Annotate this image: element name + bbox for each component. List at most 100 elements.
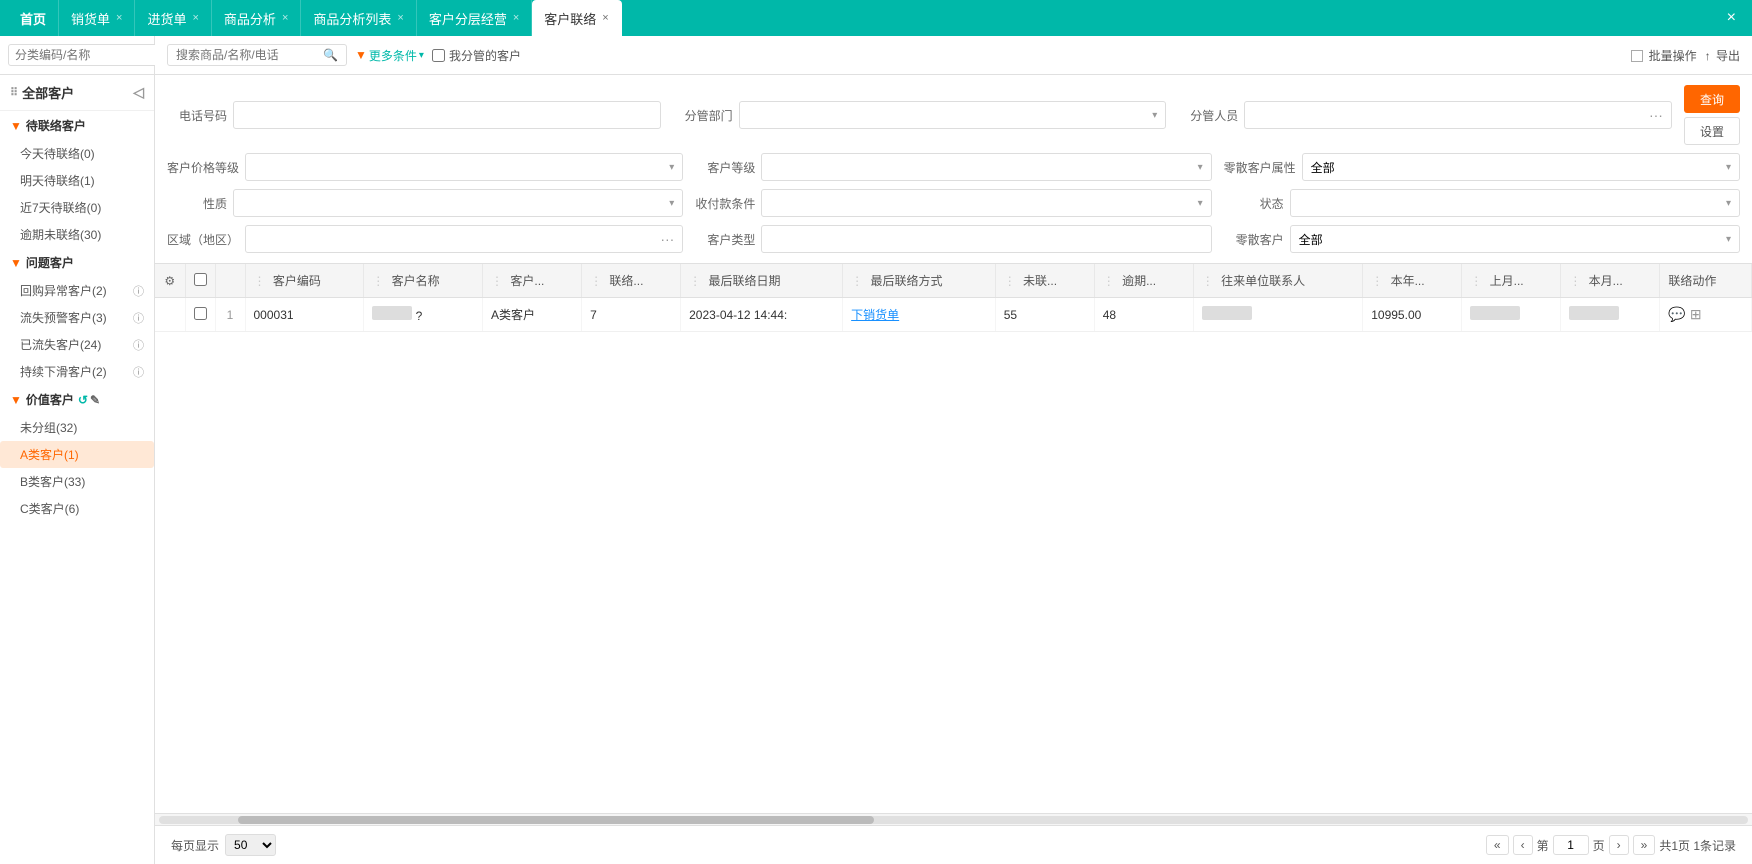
horizontal-scrollbar[interactable] bbox=[155, 813, 1752, 825]
page-number-input[interactable] bbox=[1553, 835, 1589, 855]
row-checkbox[interactable] bbox=[194, 307, 207, 320]
retail-customer-select[interactable]: 全部 ▾ bbox=[1290, 225, 1740, 253]
settings-gear-icon[interactable]: ⚙ bbox=[164, 274, 175, 288]
content-area: 🔍 ▼ 更多条件 ▾ 我分管的客户 批量操作 ↑ 导出 bbox=[155, 36, 1752, 864]
th-last-date[interactable]: ⋮ 最后联络日期 bbox=[681, 264, 843, 298]
th-this-month[interactable]: ⋮ 本月... bbox=[1561, 264, 1660, 298]
nav-home[interactable]: 首页 bbox=[8, 0, 59, 36]
td-last-month bbox=[1462, 298, 1561, 332]
last-method-link[interactable]: 下销货单 bbox=[851, 308, 899, 322]
query-button[interactable]: 查询 bbox=[1684, 85, 1740, 113]
customer-type-select[interactable] bbox=[761, 225, 1211, 253]
scrollbar-track bbox=[159, 816, 1748, 824]
group-pending-label: 待联络客户 bbox=[26, 117, 86, 134]
sidebar-7days-pending[interactable]: 近7天待联络(0) bbox=[0, 194, 154, 221]
nav-sales[interactable]: 销货单 × bbox=[59, 0, 135, 36]
more-filters-btn[interactable]: ▼ 更多条件 ▾ bbox=[355, 47, 424, 64]
payment-select[interactable]: ▾ bbox=[761, 189, 1211, 217]
sidebar-search-input[interactable] bbox=[8, 44, 177, 66]
sidebar-tomorrow-pending[interactable]: 明天待联络(1) bbox=[0, 167, 154, 194]
nav-customer-contact[interactable]: 客户联络 × bbox=[532, 0, 621, 36]
prev-page-btn[interactable]: ‹ bbox=[1513, 835, 1533, 855]
th-last-method[interactable]: ⋮ 最后联络方式 bbox=[843, 264, 996, 298]
scrollbar-thumb[interactable] bbox=[238, 816, 874, 824]
close-customer-contact[interactable]: × bbox=[602, 12, 608, 24]
th-code[interactable]: ⋮ 客户编码 bbox=[245, 264, 364, 298]
phone-label: 电话号码 bbox=[167, 107, 227, 124]
col-sep-icon-2: ⋮ bbox=[372, 274, 384, 288]
retail-attr-select[interactable]: 全部 ▾ bbox=[1302, 153, 1740, 181]
nav-purchase[interactable]: 进货单 × bbox=[135, 0, 211, 36]
nav-goods-analysis[interactable]: 商品分析 × bbox=[212, 0, 301, 36]
close-all-tabs[interactable]: × bbox=[1719, 9, 1744, 27]
edit-group-icon[interactable]: ✎ bbox=[90, 393, 100, 407]
phone-input[interactable] bbox=[233, 101, 661, 129]
nav-goods-list[interactable]: 商品分析列表 × bbox=[301, 0, 416, 36]
th-name[interactable]: ⋮ 客户名称 bbox=[364, 264, 483, 298]
first-page-btn[interactable]: « bbox=[1486, 835, 1509, 855]
sidebar-overdue-contact[interactable]: 逾期未联络(30) bbox=[0, 221, 154, 248]
th-no-contact[interactable]: ⋮ 未联... bbox=[995, 264, 1094, 298]
td-index: 1 bbox=[215, 298, 245, 332]
price-level-select[interactable]: ▾ bbox=[245, 153, 683, 181]
th-contact[interactable]: ⋮ 联络... bbox=[582, 264, 681, 298]
price-level-label: 客户价格等级 bbox=[167, 159, 239, 176]
filter-icon: ▼ bbox=[355, 48, 367, 62]
group-value-customers[interactable]: ▼ 价值客户 ↺ ✎ bbox=[0, 385, 154, 414]
nature-select[interactable]: ▾ bbox=[233, 189, 683, 217]
sidebar-churned[interactable]: 已流失客户(24) ⓘ bbox=[0, 331, 154, 358]
select-all-checkbox[interactable] bbox=[194, 273, 207, 286]
close-purchase[interactable]: × bbox=[192, 12, 198, 24]
filter-row-1: 电话号码 分管部门 ▾ 分管人员 ··· bbox=[167, 85, 1740, 145]
next-page-btn[interactable]: › bbox=[1609, 835, 1629, 855]
th-last-month[interactable]: ⋮ 上月... bbox=[1462, 264, 1561, 298]
sidebar-declining[interactable]: 持续下滑客户(2) ⓘ bbox=[0, 358, 154, 385]
region-select[interactable]: ··· bbox=[245, 225, 683, 253]
status-arrow: ▾ bbox=[1726, 198, 1731, 209]
th-type[interactable]: ⋮ 客户... bbox=[483, 264, 582, 298]
unit-contacts-blurred bbox=[1202, 306, 1252, 320]
group-problem-customers[interactable]: ▼ 问题客户 bbox=[0, 248, 154, 277]
export-btn[interactable]: ↑ 导出 bbox=[1705, 47, 1740, 64]
sidebar-today-pending[interactable]: 今天待联络(0) bbox=[0, 140, 154, 167]
chat-icon[interactable]: 💬 bbox=[1668, 306, 1685, 323]
sidebar-class-b[interactable]: B类客户(33) bbox=[0, 468, 154, 495]
sidebar-class-c[interactable]: C类客户(6) bbox=[0, 495, 154, 522]
retail-customer-label: 零散客户 bbox=[1224, 231, 1284, 248]
td-overdue: 48 bbox=[1094, 298, 1193, 332]
per-page-select[interactable]: 50 100 200 bbox=[225, 834, 276, 856]
person-label: 分管人员 bbox=[1178, 107, 1238, 124]
th-this-year[interactable]: ⋮ 本年... bbox=[1363, 264, 1462, 298]
price-level-arrow: ▾ bbox=[669, 162, 674, 173]
sidebar-repurchase-abnormal[interactable]: 回购异常客户(2) ⓘ bbox=[0, 277, 154, 304]
person-dots-icon[interactable]: ··· bbox=[1649, 107, 1663, 123]
dept-label: 分管部门 bbox=[673, 107, 733, 124]
region-dots-icon[interactable]: ··· bbox=[660, 231, 674, 247]
close-customer-layer[interactable]: × bbox=[513, 12, 519, 24]
filter-search-input[interactable] bbox=[176, 48, 319, 62]
sidebar-class-a[interactable]: A类客户(1) bbox=[0, 441, 154, 468]
close-goods-list[interactable]: × bbox=[397, 12, 403, 24]
dept-select[interactable]: ▾ bbox=[739, 101, 1167, 129]
filter-search-icon[interactable]: 🔍 bbox=[323, 48, 338, 62]
last-page-btn[interactable]: » bbox=[1633, 835, 1656, 855]
nav-customer-layer[interactable]: 客户分层经营 × bbox=[417, 0, 532, 36]
settings-button[interactable]: 设置 bbox=[1684, 117, 1740, 145]
filter-row-2: 客户价格等级 ▾ 客户等级 ▾ 零散客户属性 全部 bbox=[167, 153, 1740, 181]
person-select[interactable]: ··· bbox=[1244, 101, 1672, 129]
info-icon-1: ⓘ bbox=[133, 283, 144, 299]
sidebar-ungrouped[interactable]: 未分组(32) bbox=[0, 414, 154, 441]
close-sales[interactable]: × bbox=[116, 12, 122, 24]
group-pending-contact[interactable]: ▼ 待联络客户 bbox=[0, 111, 154, 140]
my-customers-checkbox[interactable] bbox=[432, 49, 445, 62]
close-goods-analysis[interactable]: × bbox=[282, 12, 288, 24]
th-unit-contacts[interactable]: ⋮ 往来单位联系人 bbox=[1193, 264, 1362, 298]
batch-op-btn[interactable]: 批量操作 bbox=[1631, 47, 1696, 64]
th-overdue[interactable]: ⋮ 逾期... bbox=[1094, 264, 1193, 298]
sidebar-collapse-icon[interactable]: ◁ bbox=[133, 84, 144, 101]
customer-level-select[interactable]: ▾ bbox=[761, 153, 1211, 181]
status-select[interactable]: ▾ bbox=[1290, 189, 1740, 217]
grid-icon-action[interactable]: ⊞ bbox=[1690, 306, 1702, 323]
sidebar-churn-warning[interactable]: 流失预警客户(3) ⓘ bbox=[0, 304, 154, 331]
refresh-icon[interactable]: ↺ bbox=[78, 393, 88, 407]
